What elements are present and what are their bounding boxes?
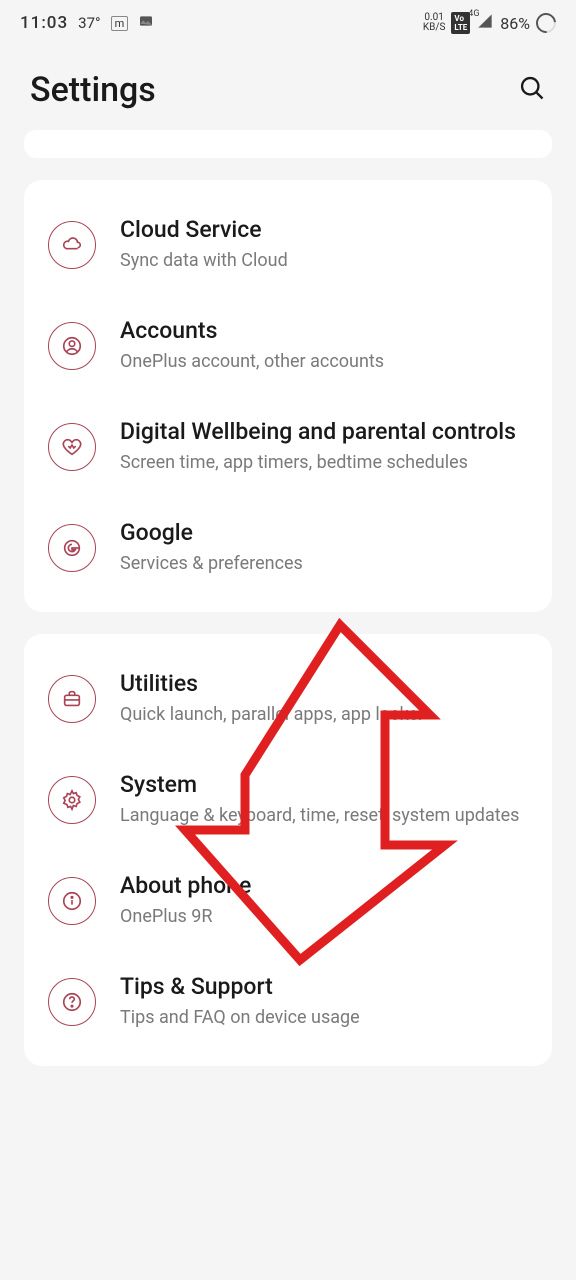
account-icon (48, 322, 96, 370)
row-tips-support[interactable]: Tips & Support Tips and FAQ on device us… (24, 951, 552, 1052)
signal-icon: 4G (476, 13, 494, 33)
battery-ring-icon (532, 9, 560, 37)
picture-icon (138, 13, 154, 34)
settings-group-1: Cloud Service Sync data with Cloud Accou… (24, 180, 552, 612)
row-cloud-service[interactable]: Cloud Service Sync data with Cloud (24, 194, 552, 295)
heart-icon (48, 423, 96, 471)
help-icon (48, 978, 96, 1026)
status-speed: 0.01 KB/S (423, 13, 446, 33)
row-title: Digital Wellbeing and parental controls (120, 418, 528, 447)
row-title: Utilities (120, 670, 528, 699)
row-title: Cloud Service (120, 216, 528, 245)
gear-icon (48, 776, 96, 824)
header: Settings (0, 42, 576, 130)
row-title: Accounts (120, 317, 528, 346)
row-subtitle: Tips and FAQ on device usage (120, 1006, 528, 1030)
page-title: Settings (30, 70, 156, 110)
row-title: Google (120, 519, 528, 548)
row-utilities[interactable]: Utilities Quick launch, parallel apps, a… (24, 648, 552, 749)
row-about-phone[interactable]: About phone OnePlus 9R (24, 850, 552, 951)
info-icon (48, 877, 96, 925)
row-system[interactable]: System Language & keyboard, time, reset,… (24, 749, 552, 850)
briefcase-icon (48, 675, 96, 723)
row-subtitle: Sync data with Cloud (120, 249, 528, 273)
row-title: System (120, 771, 528, 800)
row-title: Tips & Support (120, 973, 528, 1002)
row-subtitle: OnePlus 9R (120, 905, 528, 929)
row-subtitle: Services & preferences (120, 552, 528, 576)
status-time: 11:03 (20, 13, 68, 33)
cloud-icon (48, 221, 96, 269)
status-bar: 11:03 37° m 0.01 KB/S VoLTE 4G 86% (0, 0, 576, 42)
settings-group-2: Utilities Quick launch, parallel apps, a… (24, 634, 552, 1066)
m-icon: m (111, 16, 129, 31)
battery-percent: 86% (500, 14, 530, 33)
search-button[interactable] (518, 74, 546, 106)
row-subtitle: Quick launch, parallel apps, app locker (120, 703, 528, 727)
row-digital-wellbeing[interactable]: Digital Wellbeing and parental controls … (24, 396, 552, 497)
google-icon (48, 524, 96, 572)
row-google[interactable]: Google Services & preferences (24, 497, 552, 598)
row-subtitle: Language & keyboard, time, reset, system… (120, 804, 528, 828)
status-temp: 37° (78, 14, 100, 32)
row-subtitle: Screen time, app timers, bedtime schedul… (120, 451, 528, 475)
row-accounts[interactable]: Accounts OnePlus account, other accounts (24, 295, 552, 396)
row-title: About phone (120, 872, 528, 901)
row-subtitle: OnePlus account, other accounts (120, 350, 528, 374)
blank-spacer-card (24, 130, 552, 158)
